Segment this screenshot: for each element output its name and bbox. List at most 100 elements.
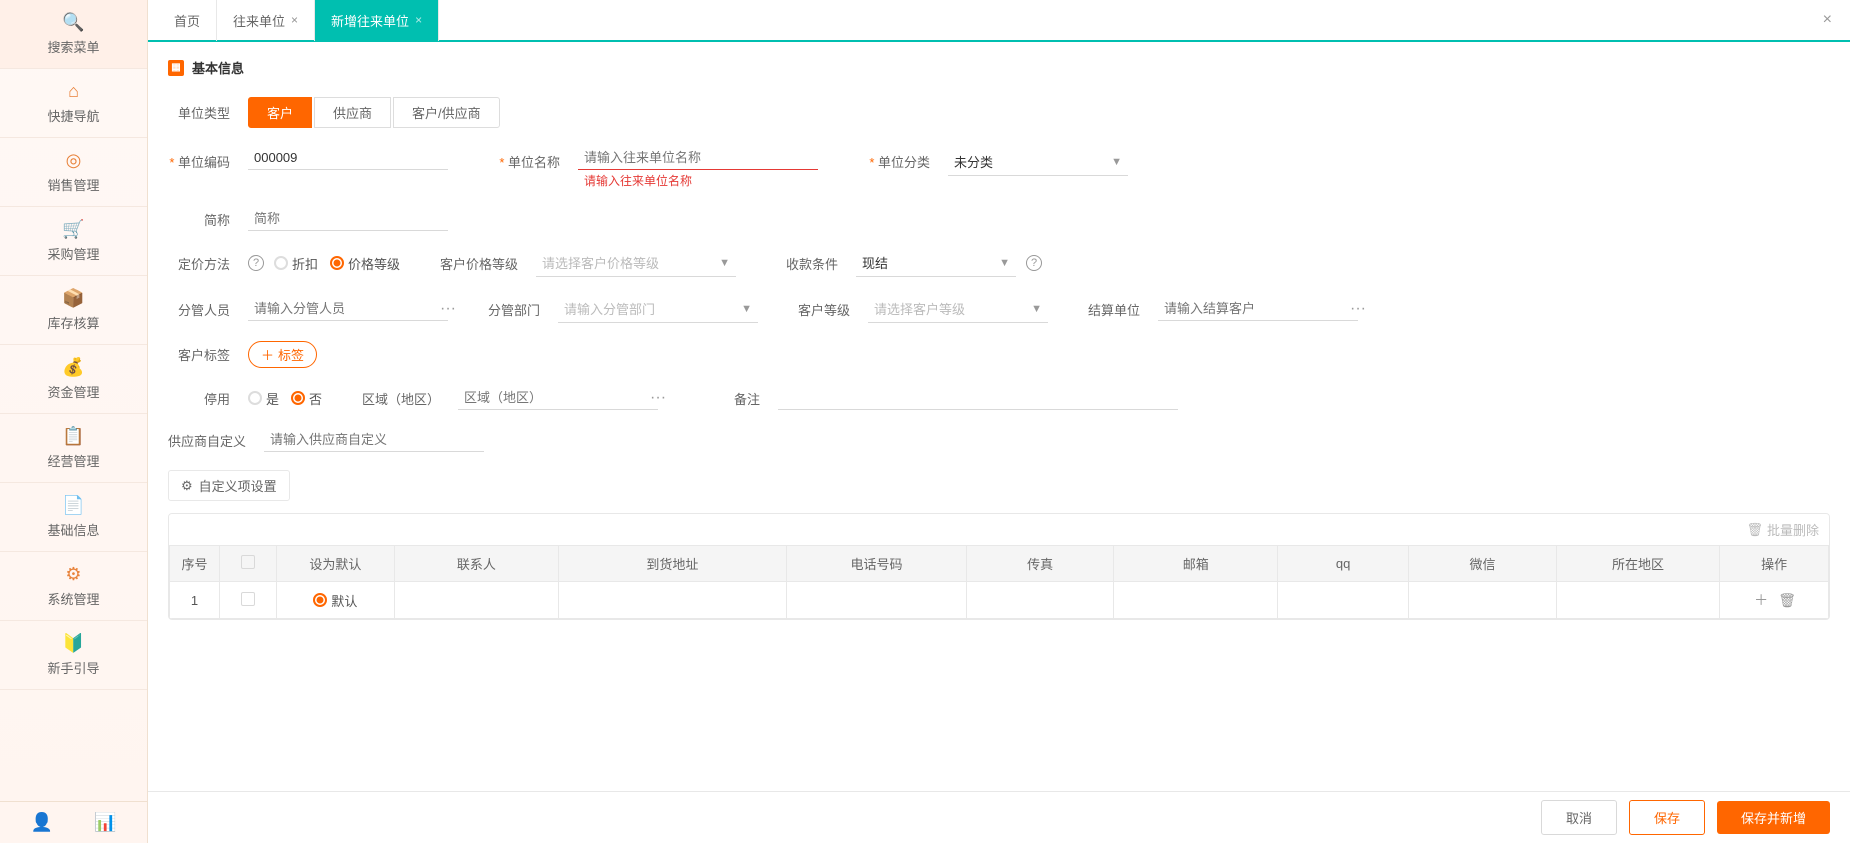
header-checkbox[interactable] xyxy=(241,555,255,569)
unit-code-input[interactable] xyxy=(248,146,448,170)
type-btn-both[interactable]: 客户/供应商 xyxy=(393,97,500,128)
sidebar-item-basic-info[interactable]: 📄 基础信息 xyxy=(0,483,147,552)
manager-more-dots[interactable]: ··· xyxy=(436,300,460,318)
dept-select[interactable]: 请输入分管部门 ▼ xyxy=(558,295,758,323)
row-address[interactable] xyxy=(558,582,786,619)
type-btn-customer[interactable]: 客户 xyxy=(248,97,312,128)
col-action: 操作 xyxy=(1720,546,1829,582)
region-input-group: ··· xyxy=(458,386,658,410)
dept-placeholder: 请输入分管部门 xyxy=(564,299,655,318)
tab-bar-close[interactable]: × xyxy=(1815,11,1840,29)
sidebar-item-purchase[interactable]: 🛒 采购管理 xyxy=(0,207,147,276)
search-icon: 🔍 xyxy=(62,12,84,33)
email-input[interactable] xyxy=(1156,593,1236,608)
unit-name-input[interactable] xyxy=(578,146,818,170)
inventory-icon: 📦 xyxy=(62,288,84,309)
phone-input[interactable] xyxy=(832,593,922,608)
unit-name-field-col: 请输入往来单位名称 xyxy=(578,146,818,189)
sidebar-item-label: 系统管理 xyxy=(47,589,99,608)
payment-select[interactable]: 现结 ▼ xyxy=(856,249,1016,277)
remark-input[interactable] xyxy=(778,386,1178,410)
settlement-input-group: ··· xyxy=(1158,297,1358,321)
pricing-radio-level[interactable]: 价格等级 xyxy=(330,254,400,273)
custom-settings-button[interactable]: ⚙ 自定义项设置 xyxy=(168,470,290,501)
sidebar-item-sales[interactable]: ◎ 销售管理 xyxy=(0,138,147,207)
row-default-radio[interactable] xyxy=(313,593,327,607)
manager-input[interactable] xyxy=(248,297,436,320)
sidebar-item-inventory[interactable]: 📦 库存核算 xyxy=(0,276,147,345)
pricing-discount-label: 折扣 xyxy=(292,254,318,273)
region-label: 区域（地区） xyxy=(362,389,448,408)
disabled-yes-label: 是 xyxy=(266,389,279,408)
tab-new-partner-close[interactable]: × xyxy=(415,13,422,27)
contact-input[interactable] xyxy=(436,593,516,608)
row-region-input[interactable] xyxy=(1598,593,1678,608)
contact-table-wrapper: 🗑 批量删除 序号 设为默认 联系人 到货地址 电话号码 传真 邮箱 qq xyxy=(168,513,1830,620)
delete-row-icon[interactable]: 🗑 xyxy=(1777,590,1797,610)
short-name-input[interactable] xyxy=(248,207,448,231)
manager-input-group: ··· xyxy=(248,297,448,321)
supplier-custom-input[interactable] xyxy=(264,428,484,452)
payment-help-icon[interactable]: ? xyxy=(1026,255,1042,271)
unit-category-select[interactable]: 未分类 ▼ xyxy=(948,148,1128,176)
sidebar-item-operations[interactable]: 📋 经营管理 xyxy=(0,414,147,483)
sidebar-bottom: 👤 📊 xyxy=(0,801,147,843)
sidebar-item-system[interactable]: ⚙ 系统管理 xyxy=(0,552,147,621)
qq-input[interactable] xyxy=(1313,593,1373,608)
price-level-select[interactable]: 请选择客户价格等级 ▼ xyxy=(536,249,736,277)
save-button[interactable]: 保存 xyxy=(1629,800,1705,835)
sidebar-item-label: 搜索菜单 xyxy=(47,37,99,56)
col-wechat: 微信 xyxy=(1409,546,1556,582)
row-wechat[interactable] xyxy=(1409,582,1556,619)
save-and-add-button[interactable]: 保存并新增 xyxy=(1717,801,1830,834)
sidebar-item-label: 销售管理 xyxy=(47,175,99,194)
cancel-button[interactable]: 取消 xyxy=(1541,800,1617,835)
form-row-unit-type: 单位类型 客户 供应商 客户/供应商 xyxy=(168,97,1830,128)
sidebar-item-finance[interactable]: 💰 资金管理 xyxy=(0,345,147,414)
gear-icon: ⚙ xyxy=(181,478,193,494)
table-header-row: 序号 设为默认 联系人 到货地址 电话号码 传真 邮箱 qq 微信 所在地区 操… xyxy=(170,546,1829,582)
sidebar-item-label: 采购管理 xyxy=(47,244,99,263)
disabled-radio-group: 是 否 xyxy=(248,389,322,408)
row-email[interactable] xyxy=(1114,582,1278,619)
row-qq[interactable] xyxy=(1278,582,1409,619)
disabled-radio-no[interactable]: 否 xyxy=(291,389,322,408)
customer-level-select[interactable]: 请选择客户等级 ▼ xyxy=(868,295,1048,323)
sidebar-item-search[interactable]: 🔍 搜索菜单 xyxy=(0,0,147,69)
short-name-label: 简称 xyxy=(168,210,238,229)
tab-partners[interactable]: 往来单位 × xyxy=(217,0,315,41)
tab-home[interactable]: 首页 xyxy=(158,0,217,41)
settlement-more-dots[interactable]: ··· xyxy=(1346,300,1370,318)
row-checkbox-cell xyxy=(220,582,277,619)
row-action: ＋ 🗑 xyxy=(1720,582,1829,619)
sidebar-item-quick-nav[interactable]: ⌂ 快捷导航 xyxy=(0,69,147,138)
payment-value: 现结 xyxy=(862,253,888,272)
disabled-radio-yes[interactable]: 是 xyxy=(248,389,279,408)
col-region: 所在地区 xyxy=(1556,546,1720,582)
col-phone: 电话号码 xyxy=(787,546,967,582)
row-checkbox[interactable] xyxy=(241,592,255,606)
address-input[interactable] xyxy=(612,593,732,608)
tab-new-partner[interactable]: 新增往来单位 × xyxy=(315,0,439,41)
type-btn-supplier[interactable]: 供应商 xyxy=(314,97,391,128)
settlement-unit-input[interactable] xyxy=(1158,297,1346,320)
region-input[interactable] xyxy=(458,386,646,409)
wechat-input[interactable] xyxy=(1447,593,1517,608)
sidebar-item-guide[interactable]: 🔰 新手引导 xyxy=(0,621,147,690)
sidebar-item-label: 库存核算 xyxy=(47,313,99,332)
pricing-radio-discount[interactable]: 折扣 xyxy=(274,254,318,273)
batch-delete-button[interactable]: 🗑 批量删除 xyxy=(1746,520,1819,539)
add-row-icon[interactable]: ＋ xyxy=(1751,590,1771,610)
row-fax[interactable] xyxy=(966,582,1113,619)
row-seq: 1 xyxy=(170,582,220,619)
col-address: 到货地址 xyxy=(558,546,786,582)
row-contact[interactable] xyxy=(395,582,559,619)
tab-partners-close[interactable]: × xyxy=(291,13,298,27)
add-tag-button[interactable]: ＋ 标签 xyxy=(248,341,317,368)
region-more-dots[interactable]: ··· xyxy=(646,389,670,407)
tab-partners-label: 往来单位 xyxy=(233,11,285,30)
row-region[interactable] xyxy=(1556,582,1720,619)
fax-input[interactable] xyxy=(1005,593,1075,608)
row-phone[interactable] xyxy=(787,582,967,619)
pricing-help-icon[interactable]: ? xyxy=(248,255,264,271)
